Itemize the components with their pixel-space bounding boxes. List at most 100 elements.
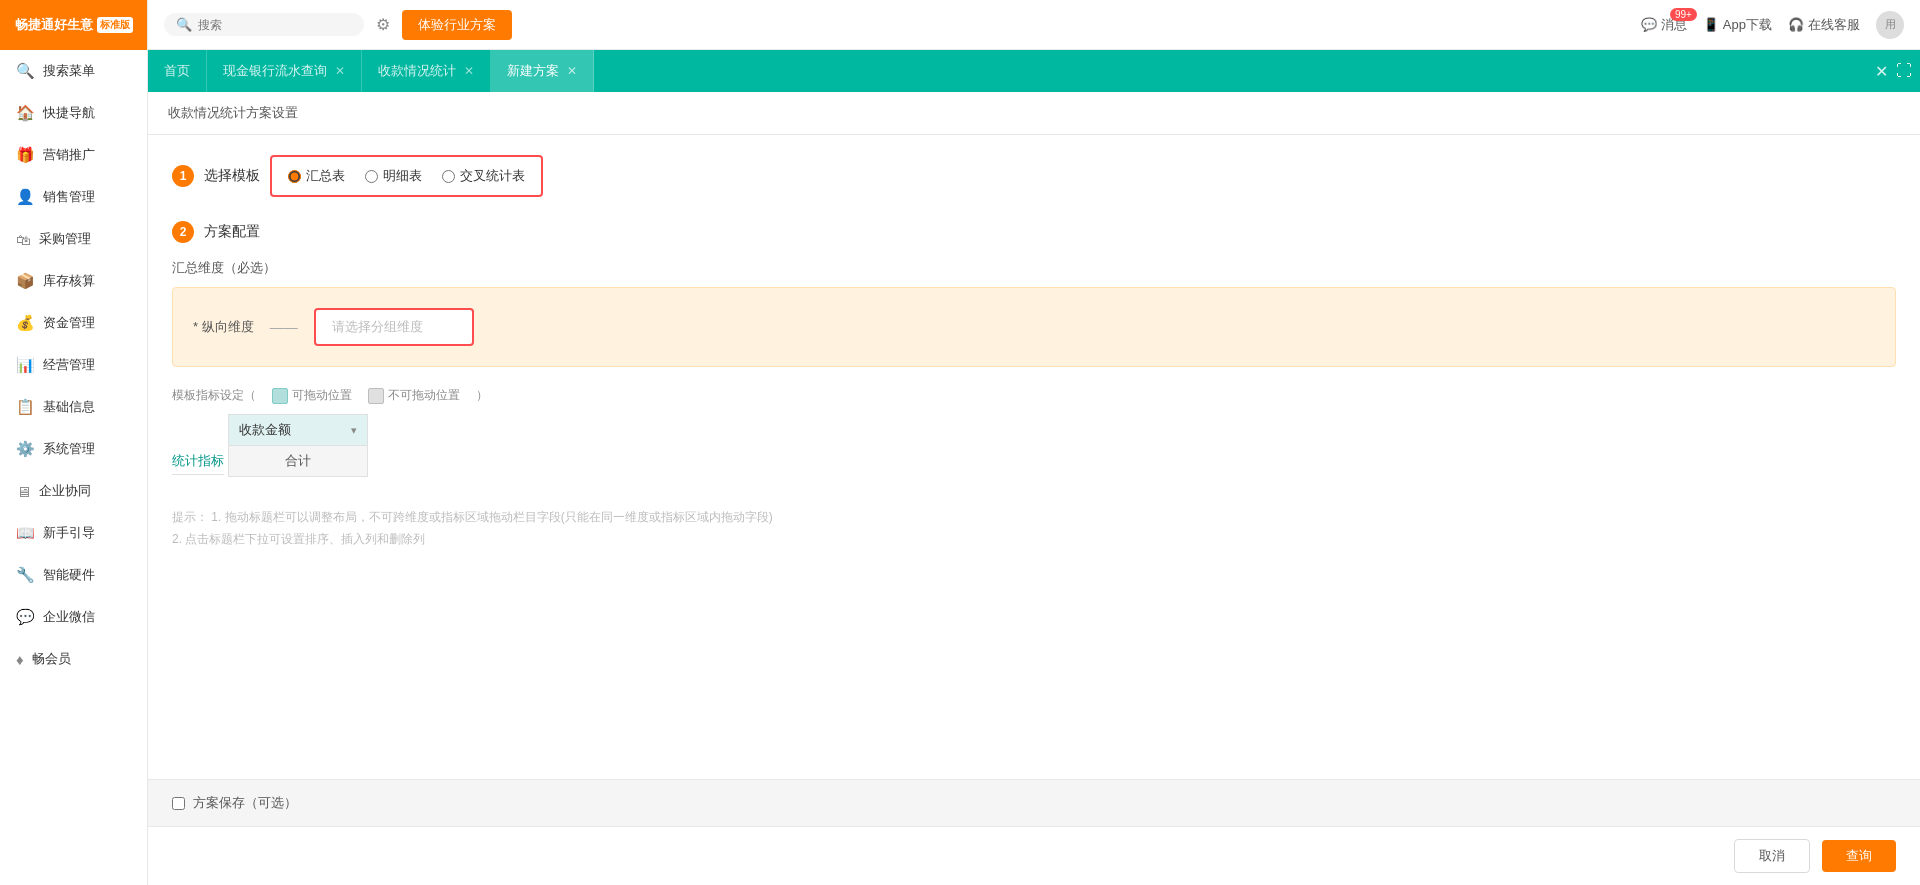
step2-title: 方案配置 [204, 223, 260, 241]
app-download-button[interactable]: 📱 App下载 [1703, 16, 1772, 34]
sidebar-item-inventory[interactable]: 📦 库存核算 [0, 260, 147, 302]
radio-summary-input[interactable] [288, 170, 301, 183]
sidebar-item-label: 新手引导 [43, 524, 95, 542]
sidebar-item-label: 快捷导航 [43, 104, 95, 122]
tab-home[interactable]: 首页 [148, 50, 207, 92]
sidebar-item-label: 基础信息 [43, 398, 95, 416]
download-icon: 📱 [1703, 17, 1719, 32]
tab-receipt-stats-label: 收款情况统计 [378, 62, 456, 80]
sidebar-item-marketing[interactable]: 🎁 营销推广 [0, 134, 147, 176]
radio-summary[interactable]: 汇总表 [288, 167, 345, 185]
expand-icon[interactable]: ⛶ [1896, 62, 1912, 80]
sidebar-item-label: 采购管理 [39, 230, 91, 248]
metrics-header-row[interactable]: 收款金额 ▾ [229, 415, 367, 446]
sidebar-item-hardware[interactable]: 🔧 智能硬件 [0, 554, 147, 596]
logo-text: 畅捷通好生意 [15, 16, 93, 34]
sidebar-item-label: 畅会员 [32, 650, 71, 668]
radio-cross-input[interactable] [442, 170, 455, 183]
search-input[interactable] [198, 18, 348, 32]
sidebar-item-sales[interactable]: 👤 销售管理 [0, 176, 147, 218]
tab-receipt-stats[interactable]: 收款情况统计 ✕ [362, 50, 491, 92]
sidebar-item-search-menu[interactable]: 🔍 搜索菜单 [0, 50, 147, 92]
tab-new-plan-close[interactable]: ✕ [567, 64, 577, 78]
vertical-dim-label: * 纵向维度 [193, 318, 254, 336]
main-area: 🔍 ⚙ 体验行业方案 💬 消息 99+ 📱 App下载 🎧 在线客服 用 [148, 0, 1920, 885]
draggable-label: 可拖动位置 [292, 387, 352, 404]
dimension-config: 汇总维度（必选） * 纵向维度 —— 请选择分组维度 [172, 259, 1896, 367]
radio-cross[interactable]: 交叉统计表 [442, 167, 525, 185]
step2-badge: 2 [172, 221, 194, 243]
sidebar-item-member[interactable]: ♦ 畅会员 [0, 638, 147, 680]
tab-receipt-stats-close[interactable]: ✕ [464, 64, 474, 78]
home-icon: 🏠 [16, 104, 35, 122]
radio-detail[interactable]: 明细表 [365, 167, 422, 185]
topbar: 🔍 ⚙ 体验行业方案 💬 消息 99+ 📱 App下载 🎧 在线客服 用 [148, 0, 1920, 50]
save-label: 方案保存（可选） [193, 794, 297, 812]
radio-detail-input[interactable] [365, 170, 378, 183]
metrics-header-text: 收款金额 [239, 421, 291, 439]
trial-button[interactable]: 体验行业方案 [402, 10, 512, 40]
metrics-table: 收款金额 ▾ 合计 [228, 414, 368, 477]
bag-icon: 🛍 [16, 231, 31, 248]
notification-button[interactable]: 💬 消息 99+ [1641, 16, 1687, 34]
sidebar-item-label: 搜索菜单 [43, 62, 95, 80]
cancel-button[interactable]: 取消 [1734, 839, 1810, 873]
sidebar-item-guide[interactable]: 📖 新手引导 [0, 512, 147, 554]
tab-bank-flow-close[interactable]: ✕ [335, 64, 345, 78]
tab-bank-flow-label: 现金银行流水查询 [223, 62, 327, 80]
tip-2: 2. 点击标题栏下拉可设置排序、插入列和删除列 [172, 529, 1896, 551]
user-icon: 👤 [16, 188, 35, 206]
sidebar-item-quick-nav[interactable]: 🏠 快捷导航 [0, 92, 147, 134]
dimension-select[interactable]: 请选择分组维度 [314, 308, 474, 346]
money-icon: 💰 [16, 314, 35, 332]
sidebar-item-label: 营销推广 [43, 146, 95, 164]
form-container: 1 选择模板 汇总表 明细表 [148, 135, 1920, 779]
user-avatar[interactable]: 用 [1876, 11, 1904, 39]
tab-new-plan-label: 新建方案 [507, 62, 559, 80]
sidebar-item-wechat[interactable]: 💬 企业微信 [0, 596, 147, 638]
sidebar-item-basic-info[interactable]: 📋 基础信息 [0, 386, 147, 428]
sidebar-item-label: 企业协同 [39, 482, 91, 500]
clipboard-icon: 📋 [16, 398, 35, 416]
sidebar-item-label: 资金管理 [43, 314, 95, 332]
metrics-total-row: 合计 [229, 446, 367, 476]
sidebar-item-purchase[interactable]: 🛍 采购管理 [0, 218, 147, 260]
sidebar-item-finance[interactable]: 💰 资金管理 [0, 302, 147, 344]
gear-icon: ⚙️ [16, 440, 35, 458]
sidebar-item-label: 系统管理 [43, 440, 95, 458]
sidebar-item-system[interactable]: ⚙️ 系统管理 [0, 428, 147, 470]
search-icon: 🔍 [16, 62, 35, 80]
radio-detail-label: 明细表 [383, 167, 422, 185]
service-button[interactable]: 🎧 在线客服 [1788, 16, 1860, 34]
tabbar-actions: ✕ ⛶ [1875, 62, 1920, 81]
sidebar-item-operations[interactable]: 📊 经营管理 [0, 344, 147, 386]
monitor-icon: 🖥 [16, 483, 31, 500]
dimension-section-label: 汇总维度（必选） [172, 259, 1896, 277]
chevron-down-icon[interactable]: ▾ [351, 424, 357, 437]
metrics-legend: 模板指标设定（ 可拖动位置 不可拖动位置 ） [172, 387, 1896, 404]
step2-section: 2 方案配置 汇总维度（必选） * 纵向维度 —— 请选择分组维度 [172, 221, 1896, 550]
service-label: 在线客服 [1808, 16, 1860, 34]
radio-cross-label: 交叉统计表 [460, 167, 525, 185]
arrow-icon: —— [270, 319, 298, 335]
tab-bank-flow[interactable]: 现金银行流水查询 ✕ [207, 50, 362, 92]
message-icon: 💬 [1641, 17, 1657, 32]
logo: 畅捷通好生意 标准版 [0, 0, 147, 50]
sidebar-item-enterprise[interactable]: 🖥 企业协同 [0, 470, 147, 512]
save-checkbox[interactable] [172, 797, 185, 810]
step1-header: 1 选择模板 汇总表 明细表 [172, 155, 1896, 197]
settings-icon[interactable]: ⚙ [376, 15, 390, 34]
close-all-icon[interactable]: ✕ [1875, 62, 1888, 81]
tool-icon: 🔧 [16, 566, 35, 584]
tab-new-plan[interactable]: 新建方案 ✕ [491, 50, 594, 92]
query-button[interactable]: 查询 [1822, 840, 1896, 872]
avatar-text: 用 [1885, 17, 1896, 32]
draggable-dot [272, 388, 288, 404]
box-icon: 📦 [16, 272, 35, 290]
sidebar-item-label: 经营管理 [43, 356, 95, 374]
sidebar-item-label: 企业微信 [43, 608, 95, 626]
legend-non-draggable: 不可拖动位置 [368, 387, 460, 404]
tab-home-label: 首页 [164, 62, 190, 80]
search-bar[interactable]: 🔍 [164, 13, 364, 36]
sidebar-item-label: 销售管理 [43, 188, 95, 206]
